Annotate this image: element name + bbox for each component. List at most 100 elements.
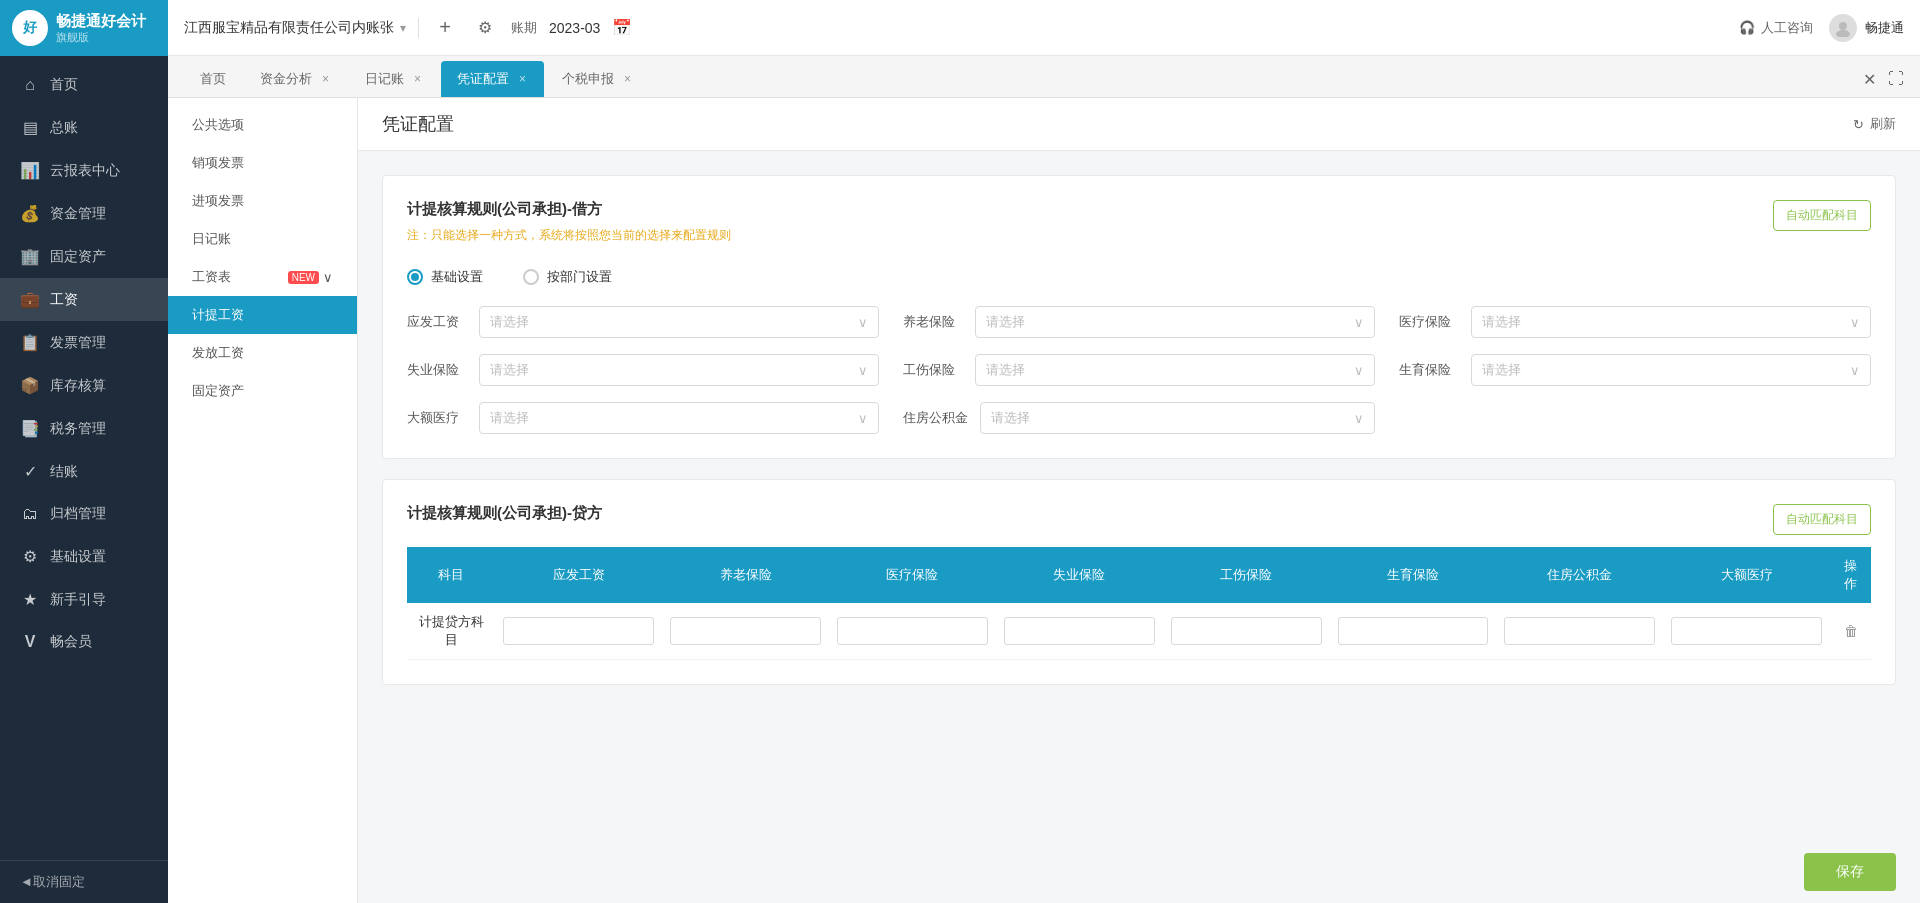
shiye-select[interactable]: 请选择 ∨ — [479, 354, 879, 386]
select-chevron-icon: ∨ — [1354, 363, 1364, 378]
cancel-fixed-btn[interactable]: ◄取消固定 — [0, 860, 168, 903]
sidebar-item-archive[interactable]: 🗂 归档管理 — [0, 493, 168, 535]
close-window-button[interactable]: ✕ — [1863, 70, 1876, 89]
tab-voucher[interactable]: 凭证配置 × — [441, 61, 544, 97]
yanglao-select[interactable]: 请选择 ∨ — [975, 306, 1375, 338]
shengyu-select[interactable]: 请选择 ∨ — [1471, 354, 1871, 386]
menu-item-fixed-assets[interactable]: 固定资产 — [168, 372, 357, 410]
topbar: 江西服宝精品有限责任公司内账张 ▾ + ⚙ 账期 2023-03 📅 🎧 人工咨… — [168, 0, 1920, 56]
tab-tax[interactable]: 个税申报 × — [546, 61, 649, 97]
menu-item-sales[interactable]: 销项发票 — [168, 144, 357, 182]
radio-basic-label: 基础设置 — [431, 268, 483, 286]
zhufang-label: 住房公积金 — [903, 409, 968, 427]
cell-yingfa — [495, 603, 662, 660]
sidebar-item-ledger[interactable]: ▤ 总账 — [0, 106, 168, 149]
tab-capital-close[interactable]: × — [320, 70, 331, 88]
input-zhufang[interactable] — [1504, 617, 1655, 645]
calendar-icon[interactable]: 📅 — [612, 18, 632, 37]
yingfa-select[interactable]: 请选择 ∨ — [479, 306, 879, 338]
yiliao-select[interactable]: 请选择 ∨ — [1471, 306, 1871, 338]
menu-item-public[interactable]: 公共选项 — [168, 106, 357, 144]
company-selector[interactable]: 江西服宝精品有限责任公司内账张 ▾ — [184, 19, 406, 37]
settings-icon: ⚙ — [20, 547, 40, 566]
sidebar-item-salary[interactable]: 💼 工资 — [0, 278, 168, 321]
tabs-bar: 首页 资金分析 × 日记账 × 凭证配置 × 个税申报 × ✕ ⛶ — [168, 56, 1920, 98]
menu-item-salary-sheet[interactable]: 工资表 NEW ∨ — [168, 258, 357, 296]
sidebar-item-tax[interactable]: 📑 税务管理 — [0, 407, 168, 450]
tab-capital[interactable]: 资金分析 × — [244, 61, 347, 97]
add-button[interactable]: + — [431, 14, 459, 42]
radio-by-dept[interactable]: 按部门设置 — [523, 268, 612, 286]
topbar-right: 🎧 人工咨询 畅捷通 — [1739, 14, 1904, 42]
form-item-shiye: 失业保险 请选择 ∨ — [407, 354, 879, 386]
user-info[interactable]: 畅捷通 — [1829, 14, 1904, 42]
maximize-window-button[interactable]: ⛶ — [1888, 70, 1904, 88]
sidebar-item-reports[interactable]: 📊 云报表中心 — [0, 149, 168, 192]
input-shiye[interactable] — [1004, 617, 1155, 645]
salary-icon: 💼 — [20, 290, 40, 309]
input-yiliao[interactable] — [837, 617, 988, 645]
reports-icon: 📊 — [20, 161, 40, 180]
input-yanglao[interactable] — [670, 617, 821, 645]
expand-icon: ∨ — [323, 270, 333, 285]
support-button[interactable]: 🎧 人工咨询 — [1739, 19, 1813, 37]
tab-journal-close[interactable]: × — [412, 70, 423, 88]
zhufang-select[interactable]: 请选择 ∨ — [980, 402, 1375, 434]
tab-capital-label: 资金分析 — [260, 70, 312, 88]
delete-row-button[interactable]: 🗑 — [1844, 623, 1858, 639]
debit-form-grid: 应发工资 请选择 ∨ 养老保险 请选择 ∨ — [407, 306, 1871, 434]
sidebar-item-capital[interactable]: 💰 资金管理 — [0, 192, 168, 235]
cell-zhufang — [1496, 603, 1663, 660]
sidebar-item-label: 云报表中心 — [50, 162, 120, 180]
company-chevron-icon: ▾ — [400, 21, 406, 35]
app-logo[interactable]: 好 畅捷通好会计 旗舰版 — [0, 0, 168, 56]
sidebar-item-label: 新手引导 — [50, 591, 106, 609]
tab-tax-label: 个税申报 — [562, 70, 614, 88]
sidebar-item-label: 首页 — [50, 76, 78, 94]
credit-auto-match-button[interactable]: 自动匹配科目 — [1773, 504, 1871, 535]
th-subject: 科目 — [407, 547, 495, 603]
th-dae: 大额医疗 — [1663, 547, 1830, 603]
svg-point-0 — [1839, 22, 1847, 30]
sidebar-item-guide[interactable]: ★ 新手引导 — [0, 578, 168, 621]
input-shengyu[interactable] — [1338, 617, 1489, 645]
sidebar-item-invoice[interactable]: 📋 发票管理 — [0, 321, 168, 364]
left-panel: 公共选项 销项发票 进项发票 日记账 工资表 NEW ∨ 计提工资 — [168, 98, 358, 903]
sidebar-item-assets[interactable]: 🏢 固定资产 — [0, 235, 168, 278]
debit-auto-match-button[interactable]: 自动匹配科目 — [1773, 200, 1871, 231]
logo-icon: 好 — [12, 10, 48, 46]
sidebar-item-label: 库存核算 — [50, 377, 106, 395]
gear-button[interactable]: ⚙ — [471, 14, 499, 42]
save-button[interactable]: 保存 — [1804, 853, 1896, 891]
sidebar-item-vip[interactable]: V 畅会员 — [0, 621, 168, 663]
input-gongshang[interactable] — [1171, 617, 1322, 645]
tab-voucher-close[interactable]: × — [517, 70, 528, 88]
select-chevron-icon: ∨ — [1850, 315, 1860, 330]
input-dae[interactable] — [1671, 617, 1822, 645]
tab-actions: ✕ ⛶ — [1863, 61, 1904, 97]
credit-section-header: 计提核算规则(公司承担)-贷方 自动匹配科目 — [407, 504, 1871, 535]
tab-home[interactable]: 首页 — [184, 61, 242, 97]
gongshang-select[interactable]: 请选择 ∨ — [975, 354, 1375, 386]
input-yingfa[interactable] — [503, 617, 654, 645]
guide-icon: ★ — [20, 590, 40, 609]
form-item-yiliao: 医疗保险 请选择 ∨ — [1399, 306, 1871, 338]
menu-item-purchase[interactable]: 进项发票 — [168, 182, 357, 220]
tab-tax-close[interactable]: × — [622, 70, 633, 88]
divider — [418, 18, 419, 38]
cell-yanglao — [662, 603, 829, 660]
menu-item-pay-salary[interactable]: 发放工资 — [168, 334, 357, 372]
sidebar-item-settle[interactable]: ✓ 结账 — [0, 450, 168, 493]
sidebar-item-settings[interactable]: ⚙ 基础设置 — [0, 535, 168, 578]
sidebar-item-inventory[interactable]: 📦 库存核算 — [0, 364, 168, 407]
tab-journal[interactable]: 日记账 × — [349, 61, 439, 97]
dae-select[interactable]: 请选择 ∨ — [479, 402, 879, 434]
sidebar-item-home[interactable]: ⌂ 首页 — [0, 64, 168, 106]
refresh-button[interactable]: ↻ 刷新 — [1853, 115, 1896, 133]
menu-item-calc-salary[interactable]: 计提工资 — [168, 296, 357, 334]
refresh-label: 刷新 — [1870, 115, 1896, 133]
sidebar-item-label: 总账 — [50, 119, 78, 137]
settle-icon: ✓ — [20, 462, 40, 481]
menu-item-journal[interactable]: 日记账 — [168, 220, 357, 258]
radio-basic[interactable]: 基础设置 — [407, 268, 483, 286]
